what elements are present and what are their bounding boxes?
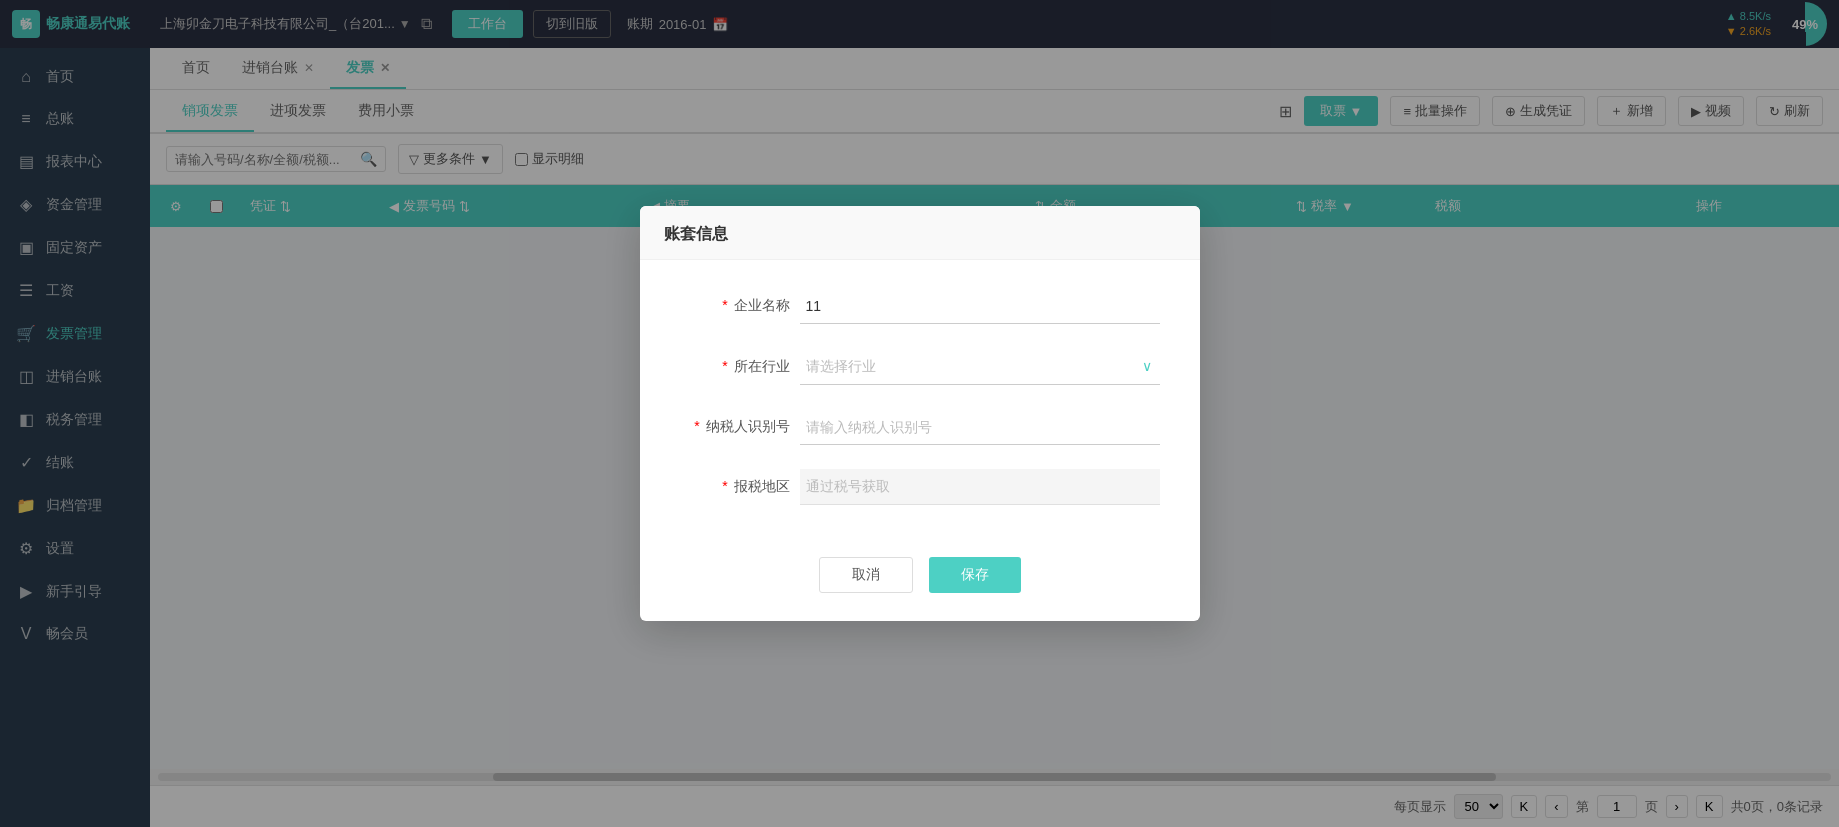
industry-label: * 所在行业 (680, 358, 800, 376)
required-star: * (722, 358, 727, 374)
form-row-industry: * 所在行业 请选择行业 ∨ (680, 348, 1160, 385)
required-star: * (722, 478, 727, 494)
form-row-company-name: * 企业名称 (680, 288, 1160, 324)
industry-select[interactable]: 请选择行业 (800, 348, 1160, 384)
industry-select-wrap: 请选择行业 ∨ (800, 348, 1160, 385)
modal-body: * 企业名称 * 所在行业 请选择行业 ∨ (640, 260, 1200, 549)
taxpayer-id-input[interactable] (800, 409, 1160, 445)
form-row-tax-region: * 报税地区 通过税号获取 (680, 469, 1160, 505)
required-star: * (722, 297, 727, 313)
company-name-input[interactable] (800, 288, 1160, 324)
account-info-modal: 账套信息 * 企业名称 * 所在行业 请选择行业 (640, 206, 1200, 621)
taxpayer-id-label: * 纳税人识别号 (680, 418, 800, 436)
modal-title: 账套信息 (664, 225, 728, 242)
save-button[interactable]: 保存 (929, 557, 1021, 593)
modal-footer: 取消 保存 (640, 549, 1200, 621)
cancel-button[interactable]: 取消 (819, 557, 913, 593)
tax-region-display: 通过税号获取 (800, 469, 1160, 505)
modal-overlay: 账套信息 * 企业名称 * 所在行业 请选择行业 (0, 0, 1839, 827)
modal-header: 账套信息 (640, 206, 1200, 260)
tax-region-label: * 报税地区 (680, 478, 800, 496)
form-row-taxpayer-id: * 纳税人识别号 (680, 409, 1160, 445)
company-name-label: * 企业名称 (680, 297, 800, 315)
required-star: * (694, 418, 699, 434)
